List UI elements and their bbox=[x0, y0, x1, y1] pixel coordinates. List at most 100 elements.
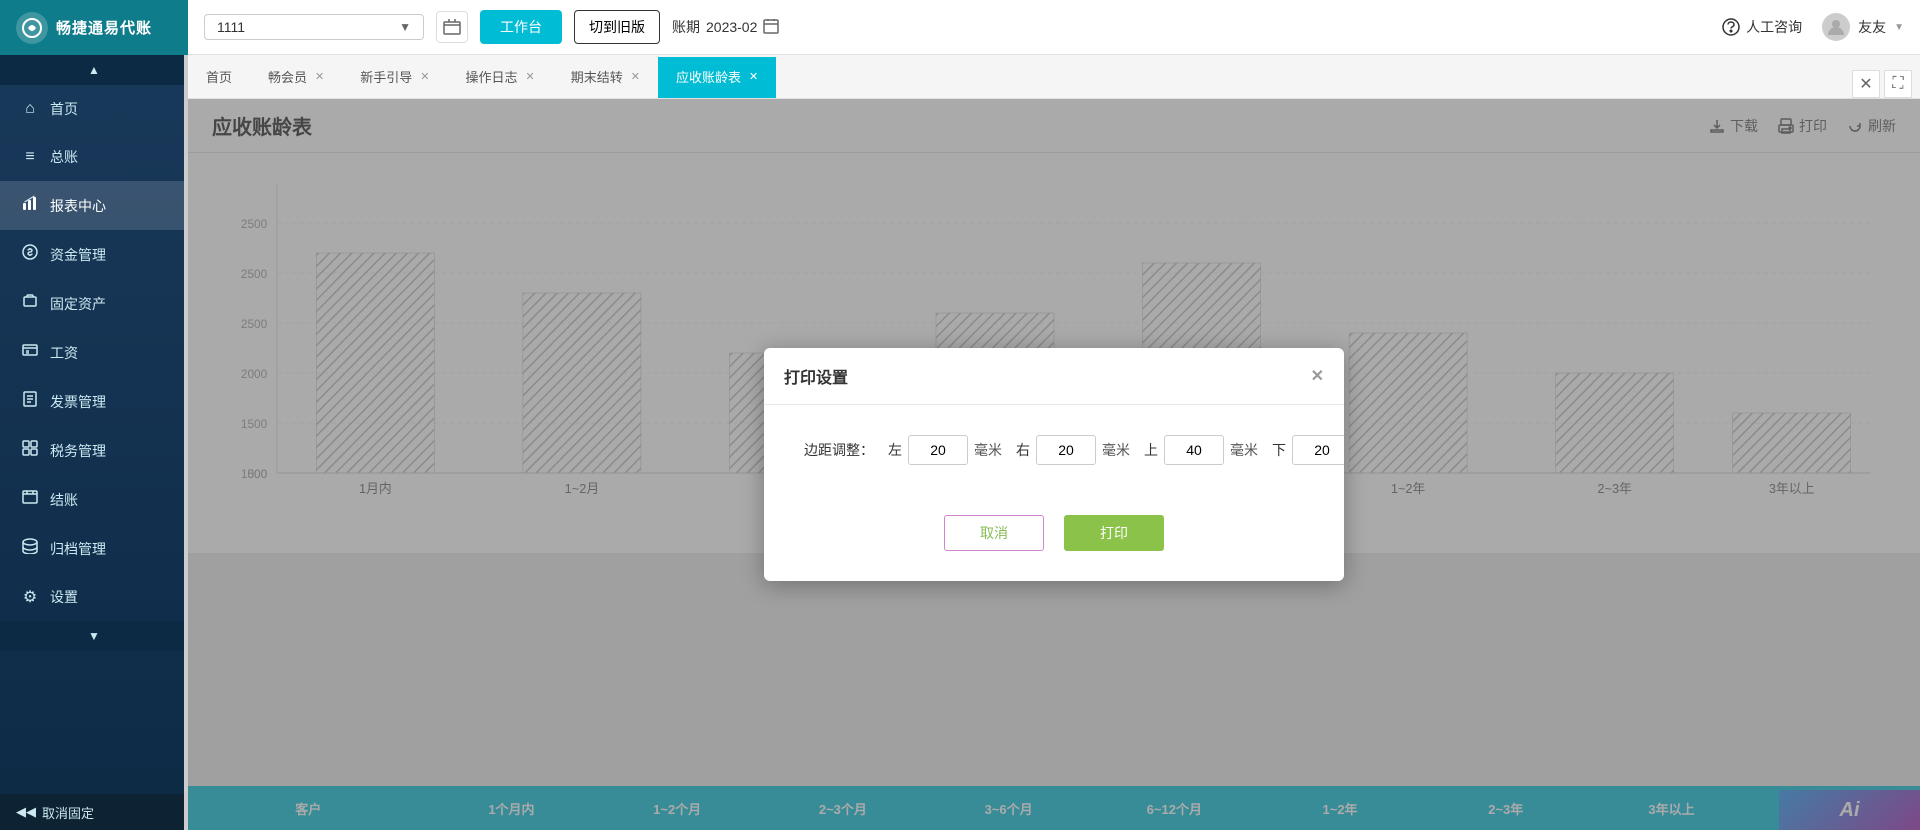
dialog-title: 打印设置 bbox=[784, 364, 848, 388]
left-direction-label: 左 bbox=[888, 440, 902, 460]
period-value: 2023-02 bbox=[706, 19, 757, 35]
sidebar-item-tax[interactable]: 税务管理 bbox=[0, 426, 188, 475]
tab-closing-close[interactable]: ✕ bbox=[631, 70, 640, 83]
ledger-icon: ≡ bbox=[20, 148, 40, 166]
closing-icon bbox=[20, 489, 40, 510]
tabbar-controls: ✕ ⛶ bbox=[1844, 70, 1920, 98]
confirm-print-button[interactable]: 打印 bbox=[1064, 515, 1164, 551]
sidebar-scroll-up[interactable]: ▲ bbox=[0, 55, 188, 85]
home-icon: ⌂ bbox=[20, 100, 40, 118]
reports-icon bbox=[20, 195, 40, 216]
top-unit-label: 毫米 bbox=[1230, 440, 1258, 460]
tab-member[interactable]: 畅会员 ✕ bbox=[250, 57, 342, 98]
margin-right-group: 右 毫米 bbox=[1016, 435, 1130, 465]
margin-top-input[interactable] bbox=[1164, 435, 1224, 465]
sidebar-item-payroll[interactable]: 工资 bbox=[0, 328, 188, 377]
tab-close-window-btn[interactable]: ✕ bbox=[1852, 70, 1880, 98]
top-direction-label: 上 bbox=[1144, 440, 1158, 460]
company-name: 1111 bbox=[217, 19, 393, 35]
user-menu[interactable]: 友友 ▼ bbox=[1822, 13, 1904, 41]
margin-right-input[interactable] bbox=[1036, 435, 1096, 465]
main-area: 1111 ▼ 工作台 切到旧版 账期 2023-02 人工咨询 友友 bbox=[188, 0, 1920, 830]
logo-icon bbox=[16, 12, 48, 44]
dropdown-arrow-icon: ▼ bbox=[399, 20, 411, 34]
margin-left-input[interactable] bbox=[908, 435, 968, 465]
sidebar-item-label: 资金管理 bbox=[50, 245, 106, 265]
sidebar-item-assets[interactable]: 固定资产 bbox=[0, 279, 188, 328]
cancel-fixed-btn[interactable]: ◀◀ 取消固定 bbox=[0, 794, 188, 830]
sidebar-item-label: 总账 bbox=[50, 147, 78, 167]
sidebar: 畅捷通易代账 ▲ ⌂ 首页 ≡ 总账 报表中心 资金管理 bbox=[0, 0, 188, 830]
calendar-icon[interactable] bbox=[763, 18, 779, 37]
archive-btn[interactable] bbox=[436, 11, 468, 43]
sidebar-item-invoice[interactable]: 发票管理 bbox=[0, 377, 188, 426]
dialog-footer: 取消 打印 bbox=[764, 495, 1344, 581]
sidebar-item-label: 固定资产 bbox=[50, 294, 106, 314]
dialog-close-button[interactable]: ✕ bbox=[1311, 366, 1324, 386]
cancel-button[interactable]: 取消 bbox=[944, 515, 1044, 551]
topbar: 1111 ▼ 工作台 切到旧版 账期 2023-02 人工咨询 友友 bbox=[188, 0, 1920, 55]
pin-icon: ◀◀ bbox=[16, 804, 36, 820]
right-direction-label: 右 bbox=[1016, 440, 1030, 460]
tabbar: 首页 畅会员 ✕ 新手引导 ✕ 操作日志 ✕ 期末结转 ✕ 应收账龄表 ✕ ✕ … bbox=[188, 55, 1920, 99]
dialog-header: 打印设置 ✕ bbox=[764, 348, 1344, 405]
tax-icon bbox=[20, 440, 40, 461]
sidebar-item-label: 首页 bbox=[50, 99, 78, 119]
support-button[interactable]: 人工咨询 bbox=[1722, 17, 1802, 37]
tab-closing[interactable]: 期末结转 ✕ bbox=[553, 57, 658, 98]
right-unit-label: 毫米 bbox=[1102, 440, 1130, 460]
switch-version-button[interactable]: 切到旧版 bbox=[574, 10, 660, 44]
print-settings-dialog: 打印设置 ✕ 边距调整： 左 毫米 右 毫米 bbox=[764, 348, 1344, 581]
sidebar-item-label: 工资 bbox=[50, 343, 78, 363]
support-label: 人工咨询 bbox=[1746, 17, 1802, 37]
sidebar-item-finance[interactable]: 资金管理 bbox=[0, 230, 188, 279]
left-unit-label: 毫米 bbox=[974, 440, 1002, 460]
tab-oplog-close[interactable]: ✕ bbox=[526, 70, 535, 83]
sidebar-item-label: 结账 bbox=[50, 490, 78, 510]
chevron-up-icon: ▲ bbox=[88, 63, 100, 77]
invoice-icon bbox=[20, 391, 40, 412]
tab-guide-close[interactable]: ✕ bbox=[420, 70, 429, 83]
margin-bottom-group: 下 毫米 bbox=[1272, 435, 1344, 465]
sidebar-item-ledger[interactable]: ≡ 总账 bbox=[0, 133, 188, 181]
tab-aging-label: 应收账龄表 bbox=[676, 67, 741, 86]
tab-member-label: 畅会员 bbox=[268, 67, 307, 86]
company-selector[interactable]: 1111 ▼ bbox=[204, 14, 424, 40]
sidebar-scroll-down[interactable]: ▼ bbox=[0, 621, 188, 651]
finance-icon bbox=[20, 244, 40, 265]
margin-top-group: 上 毫米 bbox=[1144, 435, 1258, 465]
cancel-fixed-label: 取消固定 bbox=[42, 803, 94, 822]
margin-adjust-label: 边距调整： bbox=[804, 440, 874, 460]
payroll-icon bbox=[20, 342, 40, 363]
content-area: 应收账龄表 下载 打印 刷新 bbox=[188, 99, 1920, 830]
sidebar-logo: 畅捷通易代账 bbox=[0, 0, 188, 55]
sidebar-item-label: 发票管理 bbox=[50, 392, 106, 412]
tab-maximize-btn[interactable]: ⛶ bbox=[1884, 70, 1912, 98]
sidebar-item-archive[interactable]: 归档管理 bbox=[0, 524, 188, 573]
margin-settings-row: 边距调整： 左 毫米 右 毫米 上 bbox=[804, 435, 1304, 465]
sidebar-item-closing[interactable]: 结账 bbox=[0, 475, 188, 524]
period-text: 账期 bbox=[672, 17, 700, 37]
margin-bottom-input[interactable] bbox=[1292, 435, 1344, 465]
archive-icon bbox=[20, 538, 40, 559]
tab-aging[interactable]: 应收账龄表 ✕ bbox=[658, 57, 776, 98]
sidebar-item-home[interactable]: ⌂ 首页 bbox=[0, 85, 188, 133]
app-logo-text: 畅捷通易代账 bbox=[56, 17, 152, 38]
tab-aging-close[interactable]: ✕ bbox=[749, 70, 758, 83]
tab-home-label: 首页 bbox=[206, 67, 232, 86]
tab-member-close[interactable]: ✕ bbox=[315, 70, 324, 83]
sidebar-item-label: 设置 bbox=[50, 587, 78, 607]
margin-left-group: 左 毫米 bbox=[888, 435, 1002, 465]
tab-oplog[interactable]: 操作日志 ✕ bbox=[447, 57, 552, 98]
sidebar-nav: ▲ ⌂ 首页 ≡ 总账 报表中心 资金管理 固定资产 bbox=[0, 55, 188, 794]
tab-home[interactable]: 首页 bbox=[188, 57, 250, 98]
bottom-direction-label: 下 bbox=[1272, 440, 1286, 460]
workbench-button[interactable]: 工作台 bbox=[480, 10, 562, 44]
sidebar-item-reports[interactable]: 报表中心 bbox=[0, 181, 188, 230]
settings-icon: ⚙ bbox=[20, 587, 40, 607]
assets-icon bbox=[20, 293, 40, 314]
tab-guide[interactable]: 新手引导 ✕ bbox=[342, 57, 447, 98]
modal-overlay: 打印设置 ✕ 边距调整： 左 毫米 右 毫米 bbox=[188, 99, 1920, 830]
sidebar-item-settings[interactable]: ⚙ 设置 bbox=[0, 573, 188, 621]
chevron-down-icon: ▼ bbox=[88, 629, 100, 643]
